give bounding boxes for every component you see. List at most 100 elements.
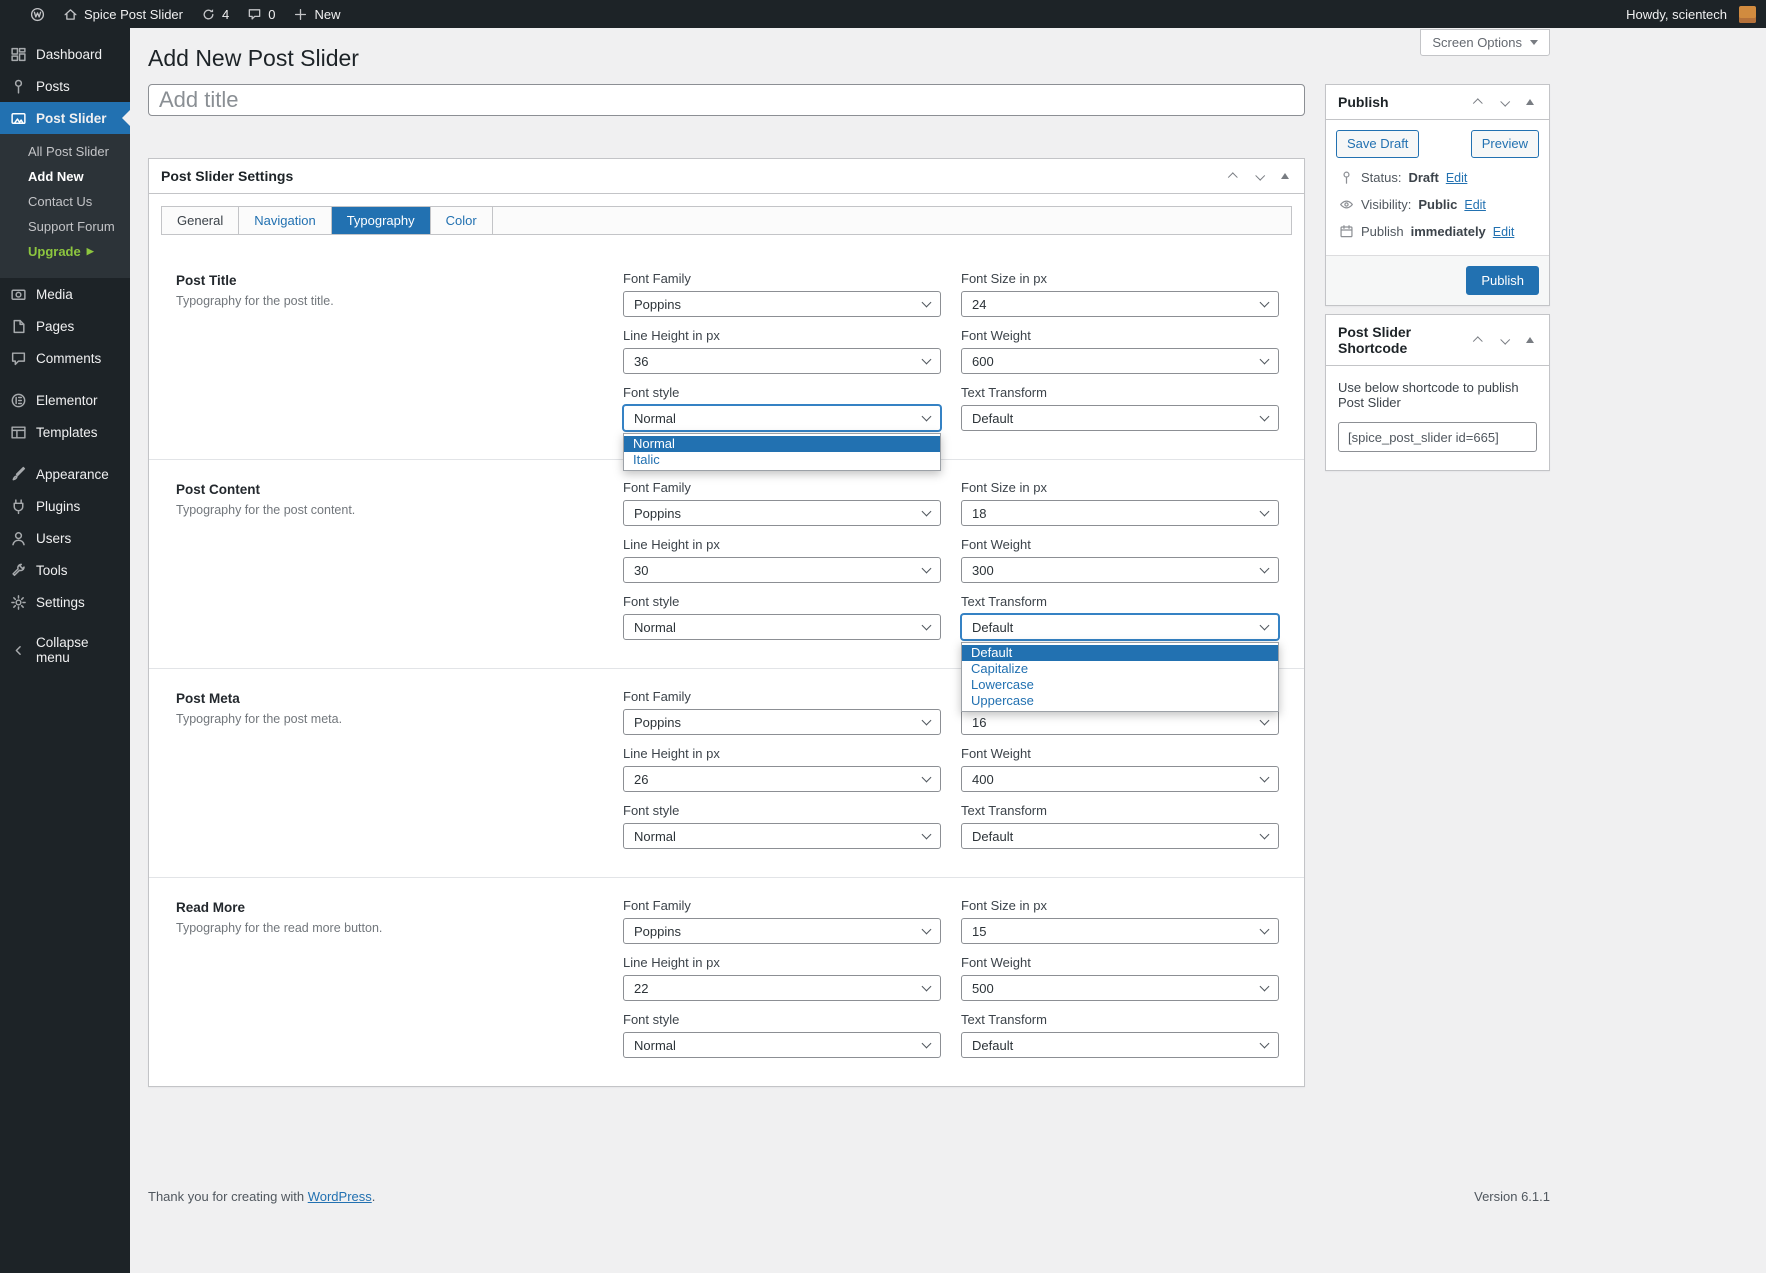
font-weight-select[interactable]: 400	[961, 766, 1279, 792]
text-transform-select[interactable]: Default	[961, 614, 1279, 640]
sidebar-item-dashboard[interactable]: Dashboard	[0, 38, 130, 70]
sidebar-item-posts[interactable]: Posts	[0, 70, 130, 102]
sidebar-item-users[interactable]: Users	[0, 522, 130, 554]
tab-navigation[interactable]: Navigation	[239, 207, 331, 234]
wordpress-logo-menu[interactable]	[30, 7, 45, 22]
text-transform-select[interactable]: Default	[961, 1032, 1279, 1058]
sidebar-subitem-contact-us[interactable]: Contact Us	[0, 189, 130, 214]
edit-status-link[interactable]: Edit	[1446, 171, 1468, 185]
sidebar-subitem-upgrade[interactable]: Upgrade ▶	[0, 239, 130, 264]
line-height-select[interactable]: 30	[623, 557, 941, 583]
section-heading: Post Meta Typography for the post meta.	[176, 689, 623, 849]
font-family-select[interactable]: Poppins	[623, 291, 941, 317]
dropdown-option-capitalize[interactable]: Capitalize	[962, 661, 1278, 677]
sidebar-item-appearance[interactable]: Appearance	[0, 458, 130, 490]
line-height-select[interactable]: 22	[623, 975, 941, 1001]
updates-menu[interactable]: 4	[201, 7, 229, 22]
tab-color[interactable]: Color	[431, 207, 493, 234]
tab-general[interactable]: General	[162, 207, 239, 234]
howdy-label: Howdy, scientech	[1626, 7, 1727, 22]
sidebar-item-plugins[interactable]: Plugins	[0, 490, 130, 522]
font-style-control: Font style Normal Normal Italic	[623, 385, 941, 431]
page-title: Add New Post Slider	[148, 45, 1550, 72]
howdy-account-menu[interactable]: Howdy, scientech	[1626, 6, 1756, 23]
move-up-button[interactable]	[1471, 333, 1485, 347]
chevron-down-icon	[922, 981, 932, 991]
sidebar-item-comments[interactable]: Comments	[0, 342, 130, 374]
sidebar-item-settings[interactable]: Settings	[0, 586, 130, 618]
footer-thanks: Thank you for creating with WordPress.	[148, 1189, 375, 1204]
font-weight-select[interactable]: 300	[961, 557, 1279, 583]
font-family-select[interactable]: Poppins	[623, 918, 941, 944]
toggle-panel-button[interactable]	[1523, 95, 1537, 109]
sidebar-subitem-support-forum[interactable]: Support Forum	[0, 214, 130, 239]
font-style-select[interactable]: Normal	[623, 1032, 941, 1058]
sidebar-item-post-slider[interactable]: Post Slider	[0, 102, 130, 134]
font-size-select[interactable]: 15	[961, 918, 1279, 944]
shortcode-box-title: Post Slider Shortcode	[1326, 315, 1471, 365]
sidebar-item-pages[interactable]: Pages	[0, 310, 130, 342]
save-draft-button[interactable]: Save Draft	[1336, 130, 1419, 158]
collapse-menu-button[interactable]: Collapse menu	[0, 628, 130, 672]
major-publishing-actions: Publish	[1326, 255, 1549, 306]
publish-button[interactable]: Publish	[1466, 266, 1539, 296]
edit-visibility-link[interactable]: Edit	[1464, 198, 1486, 212]
dropdown-option-lowercase[interactable]: Lowercase	[962, 677, 1278, 693]
font-style-select[interactable]: Normal	[623, 614, 941, 640]
font-style-control: Font style Normal	[623, 803, 941, 849]
sidebar-item-tools[interactable]: Tools	[0, 554, 130, 586]
move-down-button[interactable]	[1497, 95, 1511, 109]
sidebar-subitem-add-new[interactable]: Add New	[0, 164, 130, 189]
font-weight-select[interactable]: 500	[961, 975, 1279, 1001]
chevron-down-icon	[1260, 354, 1270, 364]
text-transform-control: Text Transform Default Default Capitaliz…	[961, 594, 1279, 640]
font-family-select[interactable]: Poppins	[623, 709, 941, 735]
font-size-select[interactable]: 18	[961, 500, 1279, 526]
chevron-down-icon	[922, 620, 932, 630]
font-size-select[interactable]: 16	[961, 709, 1279, 735]
comment-bubble-icon	[9, 349, 27, 367]
line-height-select[interactable]: 36	[623, 348, 941, 374]
font-style-control: Font style Normal	[623, 594, 941, 640]
edit-publish-time-link[interactable]: Edit	[1493, 225, 1515, 239]
font-family-control: Font Family Poppins	[623, 689, 941, 735]
dropdown-option-uppercase[interactable]: Uppercase	[962, 693, 1278, 709]
dropdown-option-normal[interactable]: Normal	[624, 436, 940, 452]
dropdown-option-italic[interactable]: Italic	[624, 452, 940, 468]
toggle-panel-button[interactable]	[1523, 333, 1537, 347]
sidebar-item-elementor[interactable]: Elementor	[0, 384, 130, 416]
section-description: Typography for the post meta.	[176, 712, 593, 726]
font-weight-select[interactable]: 600	[961, 348, 1279, 374]
post-title-input[interactable]	[148, 84, 1305, 116]
line-height-select[interactable]: 26	[623, 766, 941, 792]
preview-button[interactable]: Preview	[1471, 130, 1539, 158]
font-family-control: Font Family Poppins	[623, 271, 941, 317]
wordpress-link[interactable]: WordPress	[308, 1189, 372, 1204]
font-size-select[interactable]: 24	[961, 291, 1279, 317]
sidebar-item-media[interactable]: Media	[0, 278, 130, 310]
comments-menu[interactable]: 0	[247, 7, 275, 22]
sidebar-item-templates[interactable]: Templates	[0, 416, 130, 448]
site-name-menu[interactable]: Spice Post Slider	[63, 7, 183, 22]
font-style-select[interactable]: Normal	[623, 823, 941, 849]
move-down-button[interactable]	[1252, 169, 1266, 183]
move-up-button[interactable]	[1226, 169, 1240, 183]
move-up-button[interactable]	[1471, 95, 1485, 109]
chevron-down-icon	[1260, 829, 1270, 839]
text-transform-select[interactable]: Default	[961, 405, 1279, 431]
chevron-down-icon	[922, 715, 932, 725]
publish-time-label: Publish	[1361, 224, 1404, 239]
toggle-panel-button[interactable]	[1278, 169, 1292, 183]
sidebar-subitem-all-post-slider[interactable]: All Post Slider	[0, 139, 130, 164]
screen-options-button[interactable]: Screen Options	[1420, 29, 1550, 56]
slider-image-icon	[9, 109, 27, 127]
dropdown-option-default[interactable]: Default	[962, 645, 1278, 661]
move-down-button[interactable]	[1497, 333, 1511, 347]
text-transform-select[interactable]: Default	[961, 823, 1279, 849]
new-content-menu[interactable]: New	[293, 7, 340, 22]
menu-separator	[0, 448, 130, 458]
font-style-select[interactable]: Normal	[623, 405, 941, 431]
shortcode-input[interactable]	[1338, 422, 1537, 452]
font-family-select[interactable]: Poppins	[623, 500, 941, 526]
tab-typography[interactable]: Typography	[332, 207, 431, 234]
